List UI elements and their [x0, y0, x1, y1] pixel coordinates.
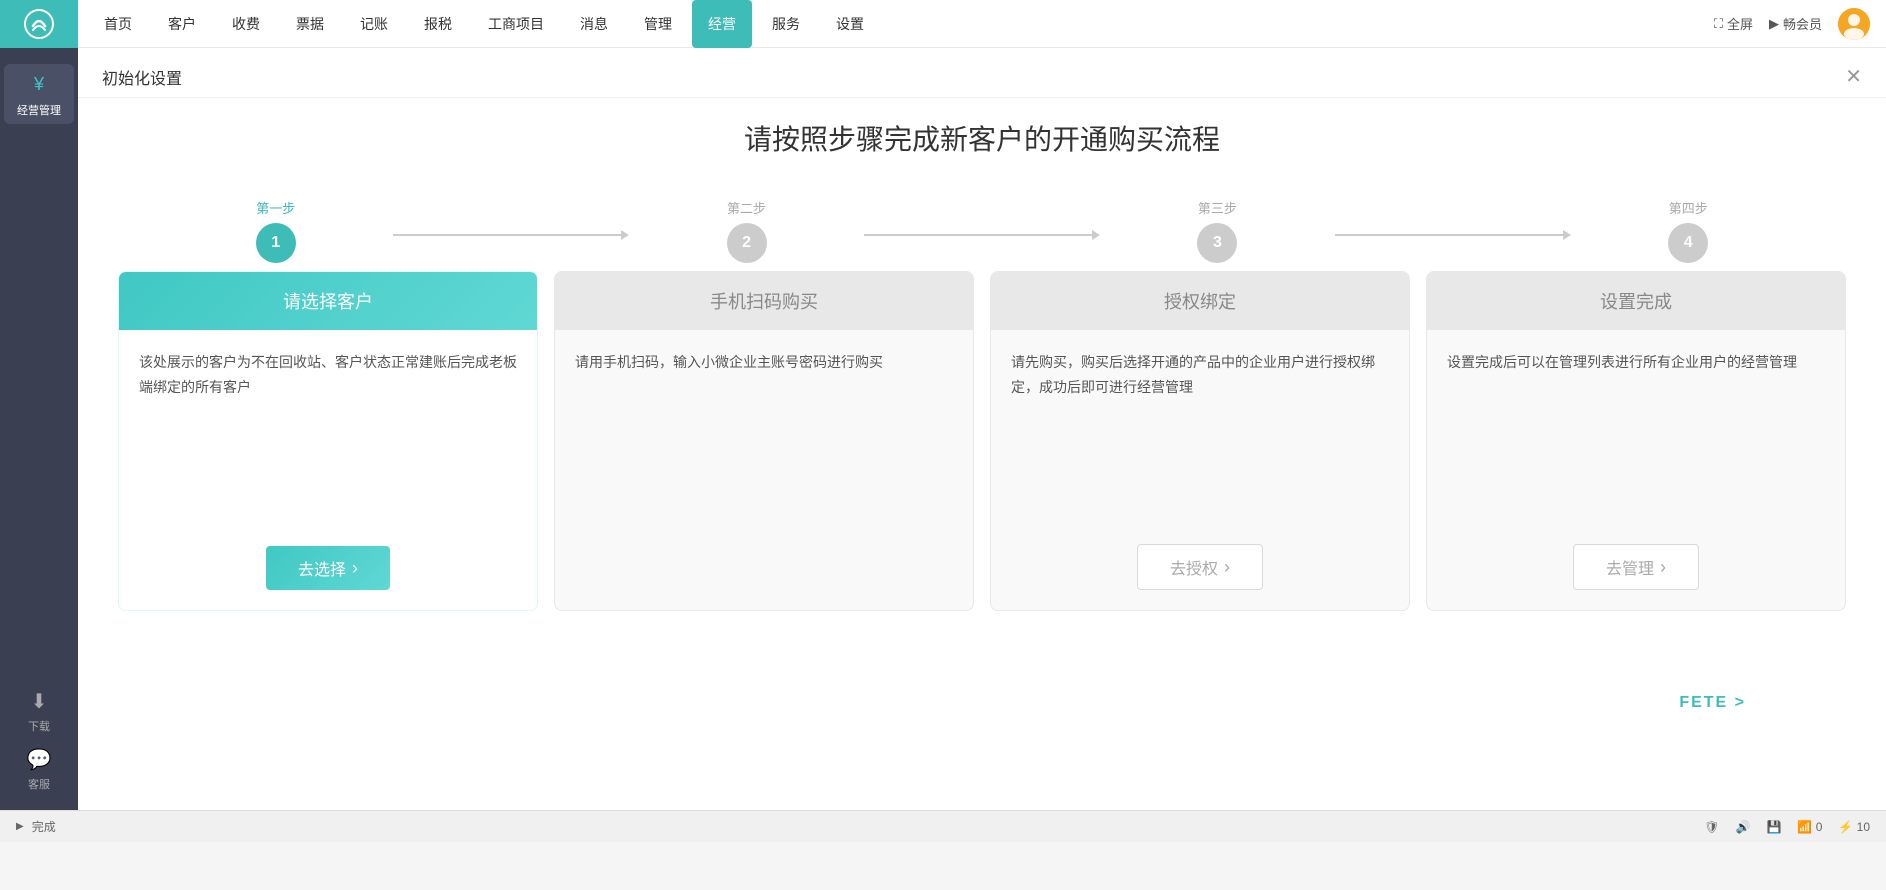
bottom-bar-left: ▶ 完成 [16, 818, 56, 835]
content-area: 请按照步骤完成新客户的开通购买流程 第一步 1 第二步 2 [78, 98, 1886, 800]
sound-icon: 🔊 [1736, 820, 1751, 834]
step2-circle: 2 [727, 223, 767, 263]
nav-accounting[interactable]: 记账 [344, 0, 404, 48]
service-icon: 💬 [27, 747, 52, 772]
card3-button[interactable]: 去授权 › [1137, 544, 1263, 590]
arrow-1 [393, 230, 628, 240]
yuan-icon: ¥ [25, 70, 53, 98]
shield-icon: 🛡 [1704, 820, 1719, 834]
step1-label: 第一步 [256, 198, 295, 217]
nav-business-project[interactable]: 工商项目 [472, 0, 560, 48]
card2-header: 手机扫码购买 [555, 272, 973, 330]
logo[interactable] [0, 0, 78, 48]
card4-header: 设置完成 [1427, 272, 1845, 330]
play-icon: ▶ [1769, 16, 1779, 32]
nav-home[interactable]: 首页 [88, 0, 148, 48]
sidebar-download[interactable]: ⬇ 下载 [4, 686, 74, 736]
card4-body: 设置完成后可以在管理列表进行所有企业用户的经营管理 [1427, 330, 1845, 532]
card4-button[interactable]: 去管理 › [1573, 544, 1699, 590]
status-label: 完成 [32, 818, 56, 835]
step-2: 第二步 2 [629, 198, 864, 263]
step2-label: 第二步 [727, 198, 766, 217]
card1-btn-arrow: › [352, 558, 358, 579]
card4-footer: 去管理 › [1427, 532, 1845, 610]
card-2: 手机扫码购买 请用手机扫码，输入小微企业主账号密码进行购买 [554, 271, 974, 611]
card1-footer: 去选择 › [119, 534, 537, 610]
nav-settings[interactable]: 设置 [820, 0, 880, 48]
nav-operation[interactable]: 经营 [692, 0, 752, 48]
card-1: 请选择客户 该处展示的客户为不在回收站、客户状态正常建账后完成老板端绑定的所有客… [118, 271, 538, 611]
card4-btn-arrow: › [1660, 557, 1666, 578]
play-status-icon: ▶ [16, 821, 24, 832]
arrow-2 [864, 230, 1099, 240]
signal-icon: 📶 0 [1797, 820, 1822, 834]
steps-row: 第一步 1 第二步 2 第三步 3 [118, 198, 1846, 271]
nav-items: 首页 客户 收费 票据 记账 报税 工商项目 消息 管理 经营 服务 设置 [78, 0, 1714, 48]
bottom-bar: ▶ 完成 🛡 🔊 💾 📶 0 ⚡ 10 [0, 810, 1886, 842]
fete-text: FETE > [1679, 694, 1746, 711]
fullscreen-icon: ⛶ [1714, 16, 1723, 32]
card1-body: 该处展示的客户为不在回收站、客户状态正常建账后完成老板端绑定的所有客户 [119, 330, 537, 534]
main-content: 初始化设置 ✕ 请按照步骤完成新客户的开通购买流程 第一步 1 第二步 2 [78, 48, 1886, 810]
step3-circle: 3 [1197, 223, 1237, 263]
card1-button[interactable]: 去选择 › [266, 546, 390, 590]
nav-customer[interactable]: 客户 [152, 0, 212, 48]
fete-banner: FETE > [1679, 694, 1746, 712]
step-3: 第三步 3 [1100, 198, 1335, 263]
card4-btn-label: 去管理 [1606, 555, 1654, 579]
card1-header: 请选择客户 [119, 272, 537, 330]
nav-tax[interactable]: 报税 [408, 0, 468, 48]
top-nav-right: ⛶ 全屏 ▶ 畅会员 [1714, 8, 1886, 40]
arrow-3 [1335, 230, 1570, 240]
sidebar-bottom: ⬇ 下载 💬 客服 [0, 686, 78, 810]
step3-label: 第三步 [1198, 198, 1237, 217]
bottom-bar-right: 🛡 🔊 💾 📶 0 ⚡ 10 [1704, 820, 1870, 834]
step-4: 第四步 4 [1571, 198, 1806, 263]
card3-header: 授权绑定 [991, 272, 1409, 330]
card3-btn-label: 去授权 [1170, 555, 1218, 579]
nav-message[interactable]: 消息 [564, 0, 624, 48]
cards-container: 请选择客户 该处展示的客户为不在回收站、客户状态正常建账后完成老板端绑定的所有客… [118, 271, 1846, 611]
step-1: 第一步 1 [158, 198, 393, 263]
sidebar: ¥ 经营管理 ⬇ 下载 💬 客服 [0, 48, 78, 810]
fullscreen-button[interactable]: ⛶ 全屏 [1714, 14, 1753, 33]
card-3: 授权绑定 请先购买，购买后选择开通的产品中的企业用户进行授权绑定，成功后即可进行… [990, 271, 1410, 611]
page-header: 初始化设置 ✕ [78, 48, 1886, 98]
card2-footer [555, 578, 973, 610]
avatar[interactable] [1838, 8, 1870, 40]
download-icon: ⬇ [31, 689, 48, 714]
card3-footer: 去授权 › [991, 532, 1409, 610]
step4-circle: 4 [1668, 223, 1708, 263]
card3-body: 请先购买，购买后选择开通的产品中的企业用户进行授权绑定，成功后即可进行经营管理 [991, 330, 1409, 532]
nav-fee[interactable]: 收费 [216, 0, 276, 48]
card-4: 设置完成 设置完成后可以在管理列表进行所有企业用户的经营管理 去管理 › [1426, 271, 1846, 611]
step1-circle: 1 [256, 223, 296, 263]
save-icon: 💾 [1766, 820, 1781, 834]
card3-btn-arrow: › [1224, 557, 1230, 578]
power-icon: ⚡ 10 [1838, 820, 1870, 834]
sidebar-service[interactable]: 💬 客服 [4, 744, 74, 794]
step4-label: 第四步 [1669, 198, 1708, 217]
close-button[interactable]: ✕ [1845, 64, 1862, 89]
nav-service[interactable]: 服务 [756, 0, 816, 48]
nav-manage[interactable]: 管理 [628, 0, 688, 48]
member-button[interactable]: ▶ 畅会员 [1769, 14, 1822, 33]
main-title: 请按照步骤完成新客户的开通购买流程 [118, 118, 1846, 158]
nav-bill[interactable]: 票据 [280, 0, 340, 48]
card2-body: 请用手机扫码，输入小微企业主账号密码进行购买 [555, 330, 973, 578]
top-navigation: 首页 客户 收费 票据 记账 报税 工商项目 消息 管理 经营 服务 设置 ⛶ … [0, 0, 1886, 48]
sidebar-item-label: 经营管理 [17, 102, 61, 118]
page-title: 初始化设置 [102, 65, 182, 89]
sidebar-item-operation-management[interactable]: ¥ 经营管理 [4, 64, 74, 124]
card1-btn-label: 去选择 [298, 556, 346, 580]
